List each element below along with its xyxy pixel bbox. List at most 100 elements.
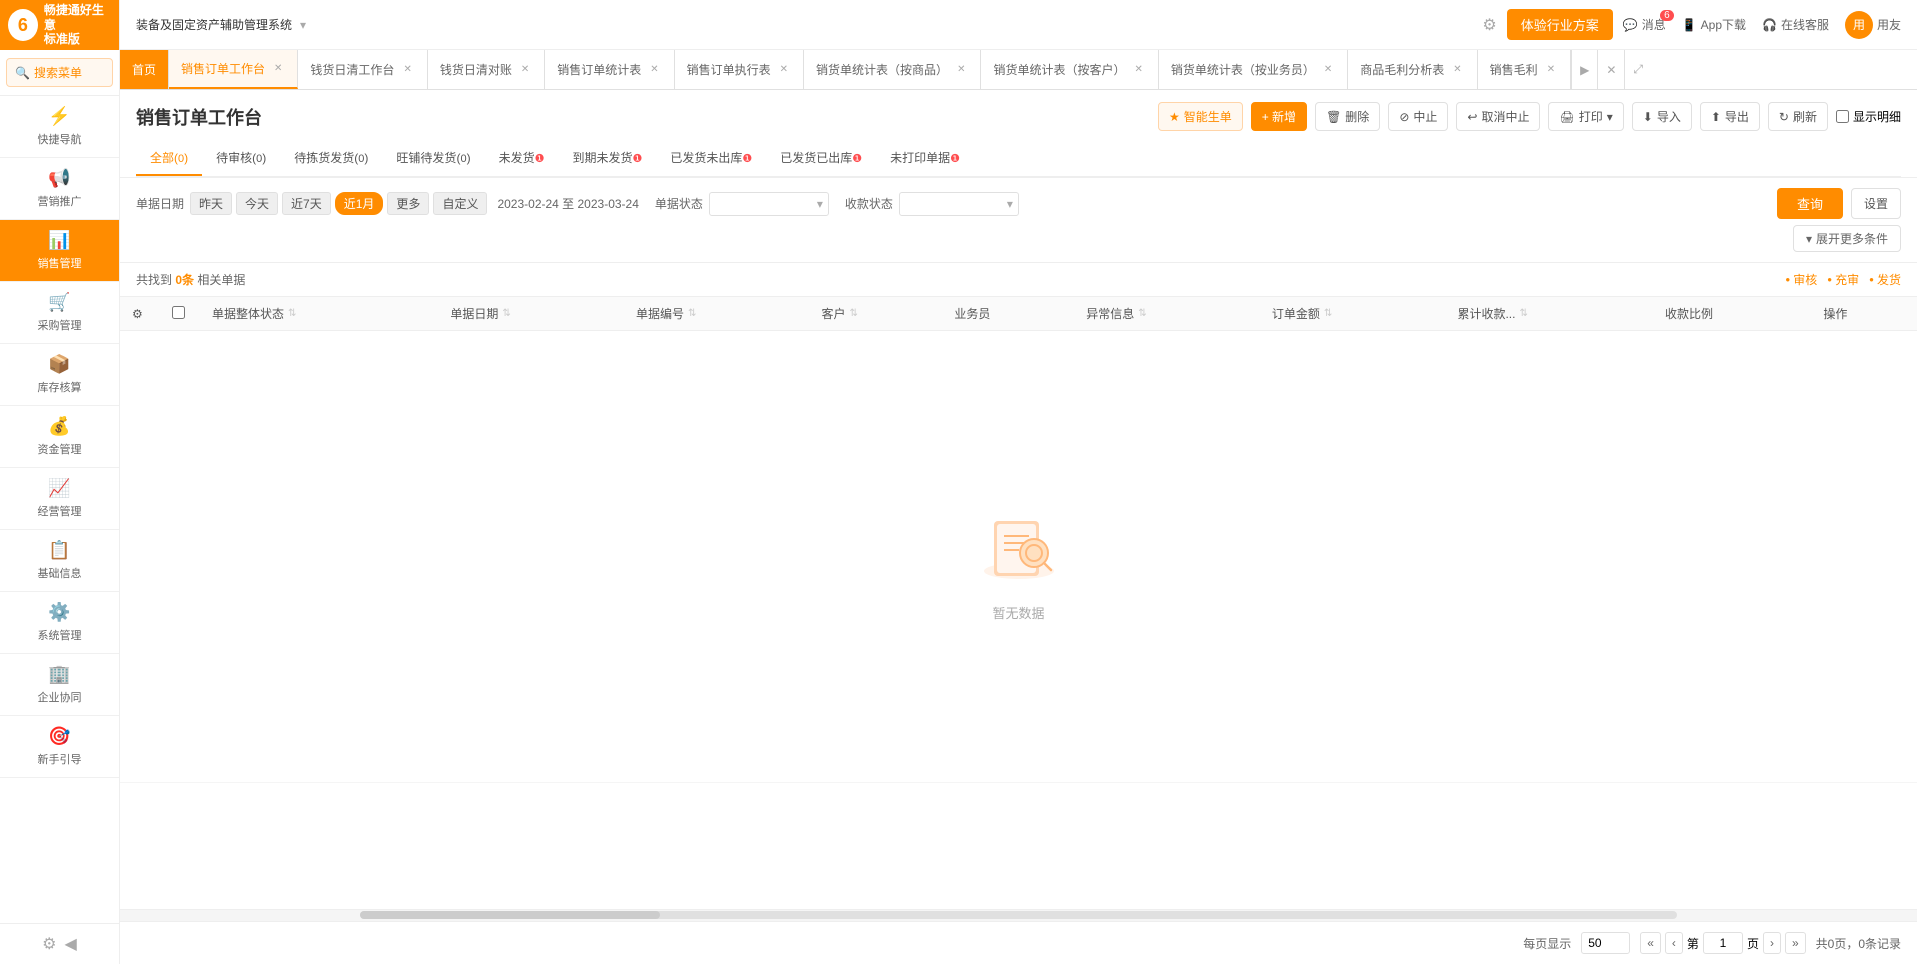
import-button[interactable]: ⬇ 导入 [1632, 102, 1692, 131]
tab-cash-reconcile[interactable]: 钱货日清对账 ✕ [428, 50, 545, 89]
filter-tab-shipped-out[interactable]: 已发货已出库❶ [766, 141, 876, 176]
select-all-checkbox[interactable] [172, 306, 185, 319]
date-btn-7days[interactable]: 近7天 [282, 192, 331, 215]
date-btn-yesterday[interactable]: 昨天 [190, 192, 232, 215]
date-btn-more[interactable]: 更多 [387, 192, 429, 215]
smart-create-button[interactable]: ★ 智能生单 [1158, 102, 1243, 131]
sort-number-icon[interactable]: ⇅ [688, 308, 696, 319]
sort-collected-icon[interactable]: ⇅ [1519, 308, 1527, 319]
sidebar-item-guide[interactable]: 🎯 新手引导 [0, 716, 119, 778]
page-input[interactable] [1703, 932, 1743, 954]
search-menu-button[interactable]: 🔍 搜索菜单 [6, 58, 113, 87]
settings-icon[interactable]: ⚙ [42, 934, 56, 954]
tab-sales-profit[interactable]: 销售毛利 ✕ [1478, 50, 1571, 89]
tab-cash-clear[interactable]: 钱货日清工作台 ✕ [298, 50, 427, 89]
page-size-select[interactable]: 10 20 50 100 [1581, 932, 1630, 954]
tab-scroll-right[interactable]: ▶ [1571, 50, 1597, 89]
tab-close-cash-reconcile[interactable]: ✕ [518, 63, 532, 76]
filter-tab-wangpu-pending[interactable]: 旺铺待发货(0) [382, 141, 484, 176]
tab-close-sales-exec[interactable]: ✕ [777, 63, 791, 76]
filter-tab-pending-review[interactable]: 待审核(0) [202, 141, 280, 176]
tab-close-sales-single-product[interactable]: ✕ [954, 63, 968, 76]
page-first-button[interactable]: « [1640, 932, 1661, 954]
settings-button[interactable]: 设置 [1851, 188, 1901, 219]
stop-button[interactable]: ⊘ 中止 [1388, 102, 1448, 131]
demo-button[interactable]: 体验行业方案 [1507, 9, 1613, 40]
tab-close-sales-stat[interactable]: ✕ [647, 63, 661, 76]
tab-close-sales-single-staff[interactable]: ✕ [1321, 63, 1335, 76]
message-button[interactable]: 💬 消息 6 [1623, 16, 1666, 33]
sidebar-item-quick-nav[interactable]: ⚡ 快捷导航 [0, 96, 119, 158]
ship-button[interactable]: 发货 [1869, 271, 1901, 288]
online-service-button[interactable]: 🎧 在线客服 [1762, 16, 1829, 33]
filter-tab-unprinted[interactable]: 未打印单据❶ [876, 141, 974, 176]
tab-sales-single-product[interactable]: 销货单统计表（按商品） ✕ [804, 50, 981, 89]
review-button[interactable]: 审核 [1785, 271, 1817, 288]
result-count: 共找到 0条 相关单据 [136, 271, 1785, 288]
unreview-button[interactable]: 充审 [1827, 271, 1859, 288]
tab-close-sales-order[interactable]: ✕ [271, 62, 285, 75]
table-scroll[interactable]: ⚙ 单据整体状态 ⇅ 单据日期 ⇅ [120, 297, 1917, 909]
sidebar-item-basic-info[interactable]: 📋 基础信息 [0, 530, 119, 592]
date-btn-today[interactable]: 今天 [236, 192, 278, 215]
refresh-button[interactable]: ↻ 刷新 [1768, 102, 1828, 131]
sort-abnormal-icon[interactable]: ⇅ [1138, 308, 1146, 319]
sidebar-item-operation[interactable]: 📈 经营管理 [0, 468, 119, 530]
filter-tab-pending-inspect[interactable]: 待拣货发货(0) [280, 141, 382, 176]
collapse-icon[interactable]: ◀ [65, 934, 77, 954]
sort-customer-icon[interactable]: ⇅ [850, 308, 858, 319]
delete-button[interactable]: 🗑 删除 [1315, 102, 1380, 131]
sidebar-item-enterprise[interactable]: 🏢 企业协同 [0, 654, 119, 716]
user-menu[interactable]: 用 用友 [1845, 11, 1901, 39]
tab-sales-single-customer[interactable]: 销货单统计表（按客户） ✕ [981, 50, 1158, 89]
tab-close-sales-profit[interactable]: ✕ [1544, 63, 1558, 76]
filter-tab-all[interactable]: 全部(0) [136, 141, 202, 176]
tab-close-all[interactable]: ✕ [1597, 50, 1624, 89]
print-button[interactable]: 🖨 打印 ▾ [1548, 102, 1623, 131]
th-config[interactable]: ⚙ [120, 297, 160, 331]
filter-tab-overdue-unshipped[interactable]: 到期未发货❶ [558, 141, 656, 176]
filter-tab-not-shipped[interactable]: 未发货❶ [485, 141, 559, 176]
show-detail-label[interactable]: 显示明细 [1836, 108, 1901, 125]
filter-tab-shipped-not-out[interactable]: 已发货未出库❶ [656, 141, 766, 176]
tab-close-product-margin[interactable]: ✕ [1450, 63, 1464, 76]
status-select[interactable] [709, 192, 829, 216]
app-download-button[interactable]: 📱 App下载 [1682, 16, 1746, 33]
sidebar-item-marketing[interactable]: 📢 营销推广 [0, 158, 119, 220]
tab-sales-exec[interactable]: 销售订单执行表 ✕ [675, 50, 804, 89]
page-last-button[interactable]: » [1785, 932, 1806, 954]
expand-conditions-button[interactable]: ▾ 展开更多条件 [1793, 225, 1901, 252]
topbar-gear-icon[interactable]: ⚙ [1482, 15, 1496, 35]
payment-select[interactable] [899, 192, 1019, 216]
sort-status-icon[interactable]: ⇅ [288, 308, 296, 319]
sidebar-item-purchase[interactable]: 🛒 采购管理 [0, 282, 119, 344]
page-next-button[interactable]: › [1763, 932, 1781, 954]
tab-sales-single-staff[interactable]: 销货单统计表（按业务员） ✕ [1159, 50, 1348, 89]
tab-close-sales-single-customer[interactable]: ✕ [1131, 63, 1145, 76]
sidebar-item-system[interactable]: ⚙️ 系统管理 [0, 592, 119, 654]
show-detail-checkbox[interactable] [1836, 110, 1849, 123]
scrollbar-track[interactable] [360, 911, 1677, 919]
tab-maximize[interactable]: ⤢ [1624, 50, 1651, 89]
query-button[interactable]: 查询 [1777, 188, 1843, 219]
sidebar-item-finance[interactable]: 💰 资金管理 [0, 406, 119, 468]
add-button[interactable]: + 新增 [1251, 102, 1307, 131]
system-dropdown-icon[interactable]: ▾ [300, 18, 306, 32]
cancel-stop-button[interactable]: ↩ 取消中止 [1456, 102, 1540, 131]
tab-home[interactable]: 首页 [120, 50, 169, 89]
tab-sales-stat[interactable]: 销售订单统计表 ✕ [545, 50, 674, 89]
page-prev-button[interactable]: ‹ [1665, 932, 1683, 954]
sort-amount-icon[interactable]: ⇅ [1324, 308, 1332, 319]
scrollbar-area[interactable] [120, 909, 1917, 921]
sort-date-icon[interactable]: ⇅ [502, 308, 510, 319]
tab-sales-order[interactable]: 销售订单工作台 ✕ [169, 50, 298, 89]
date-btn-1month[interactable]: 近1月 [335, 192, 384, 215]
sidebar-item-inventory[interactable]: 📦 库存核算 [0, 344, 119, 406]
tab-product-margin[interactable]: 商品毛利分析表 ✕ [1348, 50, 1477, 89]
sales-icon: 📊 [48, 230, 70, 251]
sidebar-item-sales[interactable]: 📊 销售管理 [0, 220, 119, 282]
scrollbar-thumb[interactable] [360, 911, 660, 919]
date-btn-custom[interactable]: 自定义 [433, 192, 487, 215]
export-button[interactable]: ⬆ 导出 [1700, 102, 1760, 131]
tab-close-cash-clear[interactable]: ✕ [400, 63, 414, 76]
